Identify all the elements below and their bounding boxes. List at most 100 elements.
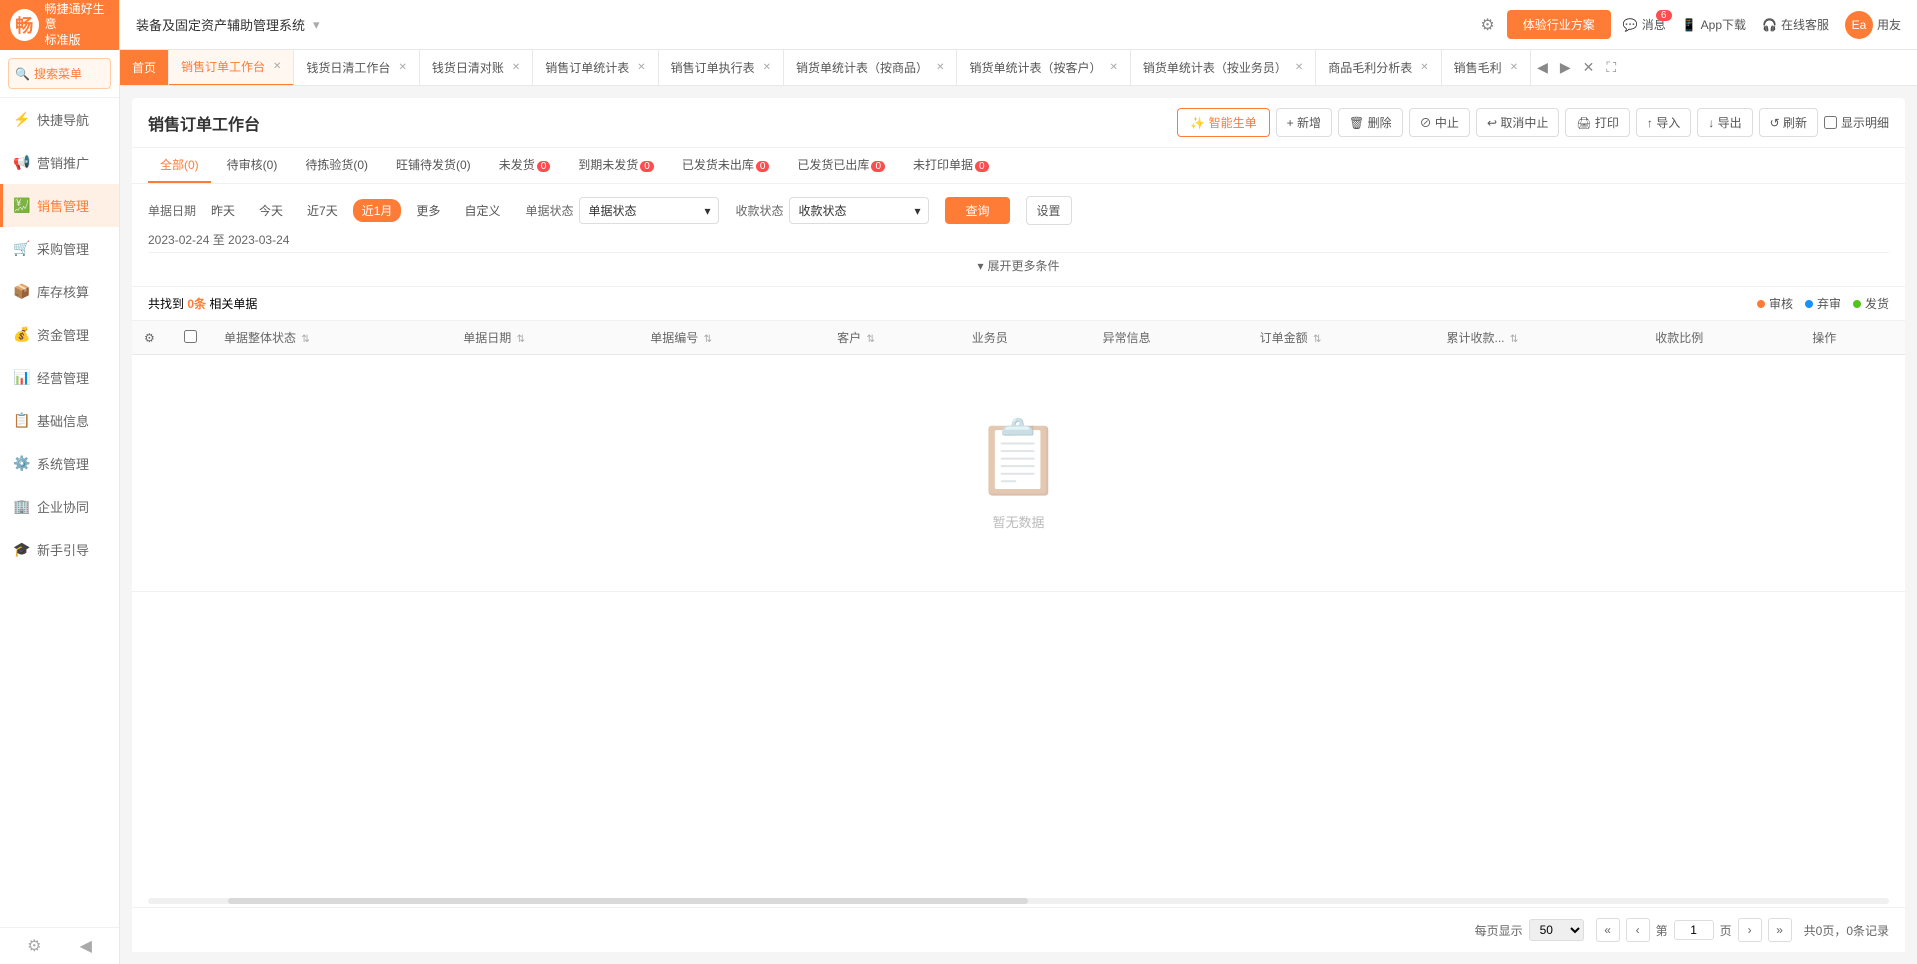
- tab-sales-order-stat[interactable]: 销售订单统计表 ✕: [533, 50, 658, 86]
- tab-sales-order-workbench[interactable]: 销售订单工作台 ✕: [169, 50, 294, 86]
- tab-close-icon[interactable]: ✕: [398, 62, 406, 73]
- select-all-checkbox[interactable]: [184, 330, 197, 343]
- sidebar-item-basic-info[interactable]: 📋 基础信息: [0, 399, 119, 442]
- expand-conditions-button[interactable]: ▾ 展开更多条件: [977, 257, 1059, 274]
- sort-icon[interactable]: ⇅: [867, 334, 875, 345]
- date-btn-today[interactable]: 今天: [250, 199, 292, 222]
- tab-sales-order-exec[interactable]: 销售订单执行表 ✕: [659, 50, 784, 86]
- page-input[interactable]: [1674, 920, 1714, 940]
- tab-close-icon[interactable]: ✕: [1510, 62, 1518, 73]
- expired-badge: 0: [640, 161, 654, 172]
- settings-button[interactable]: ⚙: [27, 936, 41, 956]
- message-button[interactable]: 💬 消息 6: [1623, 16, 1666, 33]
- empty-text: 暂无数据: [992, 512, 1044, 531]
- tab-product-margin[interactable]: 商品毛利分析表 ✕: [1316, 50, 1441, 86]
- page-size-select[interactable]: 10 20 50 100: [1529, 919, 1584, 941]
- tab-cash-daily[interactable]: 钱货日清工作台 ✕: [294, 50, 419, 86]
- sub-tab-expired-not-shipped[interactable]: 到期未发货0: [566, 148, 666, 183]
- query-button[interactable]: 查询: [945, 197, 1009, 224]
- export-button[interactable]: ↓ 导出: [1697, 108, 1752, 137]
- sidebar-item-quick-nav[interactable]: ⚡ 快捷导航: [0, 98, 119, 141]
- date-btn-yesterday[interactable]: 昨天: [202, 199, 244, 222]
- show-detail-checkbox[interactable]: 显示明细: [1824, 114, 1889, 131]
- sub-tab-pending-inspect[interactable]: 待拣验货(0): [293, 148, 380, 183]
- app-download-button[interactable]: 📱 App下载: [1682, 16, 1746, 33]
- tab-close-all[interactable]: ✕: [1577, 59, 1601, 76]
- sub-tab-wangpu[interactable]: 旺铺待发货(0): [384, 148, 483, 183]
- sidebar-item-system[interactable]: ⚙️ 系统管理: [0, 442, 119, 485]
- sidebar-item-enterprise[interactable]: 🏢 企业协同: [0, 485, 119, 528]
- count-actions: 审核 弃审 发货: [1757, 295, 1889, 312]
- sidebar-item-finance[interactable]: 💰 资金管理: [0, 313, 119, 356]
- online-service-button[interactable]: 🎧 在线客服: [1762, 16, 1829, 33]
- tab-sales-profit[interactable]: 销售毛利 ✕: [1442, 50, 1531, 86]
- sidebar-item-marketing[interactable]: 📢 营销推广: [0, 141, 119, 184]
- payment-select[interactable]: 收款状态 ▾: [789, 197, 929, 224]
- user-menu-button[interactable]: Ea 用友: [1845, 11, 1901, 39]
- sort-icon[interactable]: ⇅: [301, 334, 309, 345]
- horizontal-scrollbar[interactable]: [132, 895, 1905, 907]
- smart-create-button[interactable]: ✨ 智能生单: [1177, 108, 1269, 137]
- cancel-stop-button[interactable]: ↩ 取消中止: [1476, 108, 1559, 137]
- last-page-button[interactable]: »: [1768, 918, 1792, 942]
- next-page-button[interactable]: ›: [1738, 918, 1762, 942]
- show-detail-input[interactable]: [1824, 116, 1837, 129]
- sub-tab-all[interactable]: 全部(0): [148, 148, 211, 183]
- collapse-button[interactable]: ◀: [80, 936, 92, 956]
- tab-close-icon[interactable]: ✕: [1420, 62, 1428, 73]
- tab-expand[interactable]: ⛶: [1600, 59, 1622, 76]
- sort-icon[interactable]: ⇅: [1313, 334, 1321, 345]
- stop-button[interactable]: ⊘ 中止: [1409, 108, 1470, 137]
- sort-icon[interactable]: ⇅: [1510, 334, 1518, 345]
- sidebar-item-inventory[interactable]: 📦 库存核算: [0, 270, 119, 313]
- sort-icon[interactable]: ⇅: [704, 334, 712, 345]
- tab-nav-next[interactable]: ▶: [1554, 59, 1577, 76]
- prev-page-button[interactable]: ‹: [1626, 918, 1650, 942]
- add-button[interactable]: + 新增: [1276, 108, 1332, 137]
- sort-icon[interactable]: ⇅: [517, 334, 525, 345]
- delete-button[interactable]: 🗑 删除: [1338, 108, 1403, 137]
- import-button[interactable]: ↑ 导入: [1636, 108, 1691, 137]
- sub-tab-shipped-out-storage[interactable]: 已发货已出库0: [785, 148, 897, 183]
- sub-tab-shipped-not-storage[interactable]: 已发货未出库0: [670, 148, 782, 183]
- tab-close-icon[interactable]: ✕: [1109, 62, 1117, 73]
- cancel-review-action[interactable]: 弃审: [1805, 295, 1841, 312]
- tab-close-icon[interactable]: ✕: [273, 61, 281, 72]
- tab-sales-stat-customer[interactable]: 销货单统计表（按客户） ✕: [957, 50, 1130, 86]
- status-select[interactable]: 单据状态 ▾: [579, 197, 719, 224]
- ship-action[interactable]: 发货: [1853, 295, 1889, 312]
- col-checkbox[interactable]: [172, 321, 212, 355]
- topbar-gear-icon[interactable]: ⚙: [1480, 15, 1494, 35]
- date-btn-custom[interactable]: 自定义: [455, 199, 509, 222]
- tab-nav-prev[interactable]: ◀: [1531, 59, 1554, 76]
- industry-btn[interactable]: 体验行业方案: [1507, 10, 1611, 39]
- tab-cash-reconcile[interactable]: 钱货日清对账 ✕: [420, 50, 533, 86]
- sidebar-item-sales[interactable]: 💹 销售管理: [0, 184, 119, 227]
- col-setting[interactable]: ⚙: [132, 321, 172, 355]
- sidebar-item-purchase[interactable]: 🛒 采购管理: [0, 227, 119, 270]
- refresh-button[interactable]: ↺ 刷新: [1759, 108, 1818, 137]
- tab-close-icon[interactable]: ✕: [1295, 62, 1303, 73]
- dropdown-icon[interactable]: ▾: [313, 17, 320, 33]
- tab-close-icon[interactable]: ✕: [763, 62, 771, 73]
- date-btn-last7[interactable]: 近7天: [298, 199, 347, 222]
- review-action[interactable]: 审核: [1757, 295, 1793, 312]
- sub-tab-not-printed[interactable]: 未打印单据0: [901, 148, 1001, 183]
- sub-tab-not-shipped[interactable]: 未发货0: [487, 148, 563, 183]
- settings-filter-button[interactable]: 设置: [1026, 196, 1072, 225]
- tab-sales-stat-product[interactable]: 销货单统计表（按商品） ✕: [784, 50, 957, 86]
- first-page-button[interactable]: «: [1596, 918, 1620, 942]
- tab-home[interactable]: 首页: [120, 50, 169, 86]
- search-menu-button[interactable]: 🔍 搜索菜单: [8, 58, 111, 89]
- scrollbar-thumb[interactable]: [228, 898, 1028, 904]
- tab-close-icon[interactable]: ✕: [637, 62, 645, 73]
- sidebar-item-operation[interactable]: 📊 经营管理: [0, 356, 119, 399]
- tab-close-icon[interactable]: ✕: [512, 62, 520, 73]
- date-btn-more[interactable]: 更多: [407, 199, 449, 222]
- sidebar-item-guide[interactable]: 🎓 新手引导: [0, 528, 119, 571]
- date-btn-last1month[interactable]: 近1月: [353, 199, 402, 222]
- sub-tab-pending-review[interactable]: 待审核(0): [215, 148, 290, 183]
- tab-sales-stat-staff[interactable]: 销货单统计表（按业务员） ✕: [1131, 50, 1316, 86]
- print-button[interactable]: 🖨 打印: [1565, 108, 1630, 137]
- tab-close-icon[interactable]: ✕: [936, 62, 944, 73]
